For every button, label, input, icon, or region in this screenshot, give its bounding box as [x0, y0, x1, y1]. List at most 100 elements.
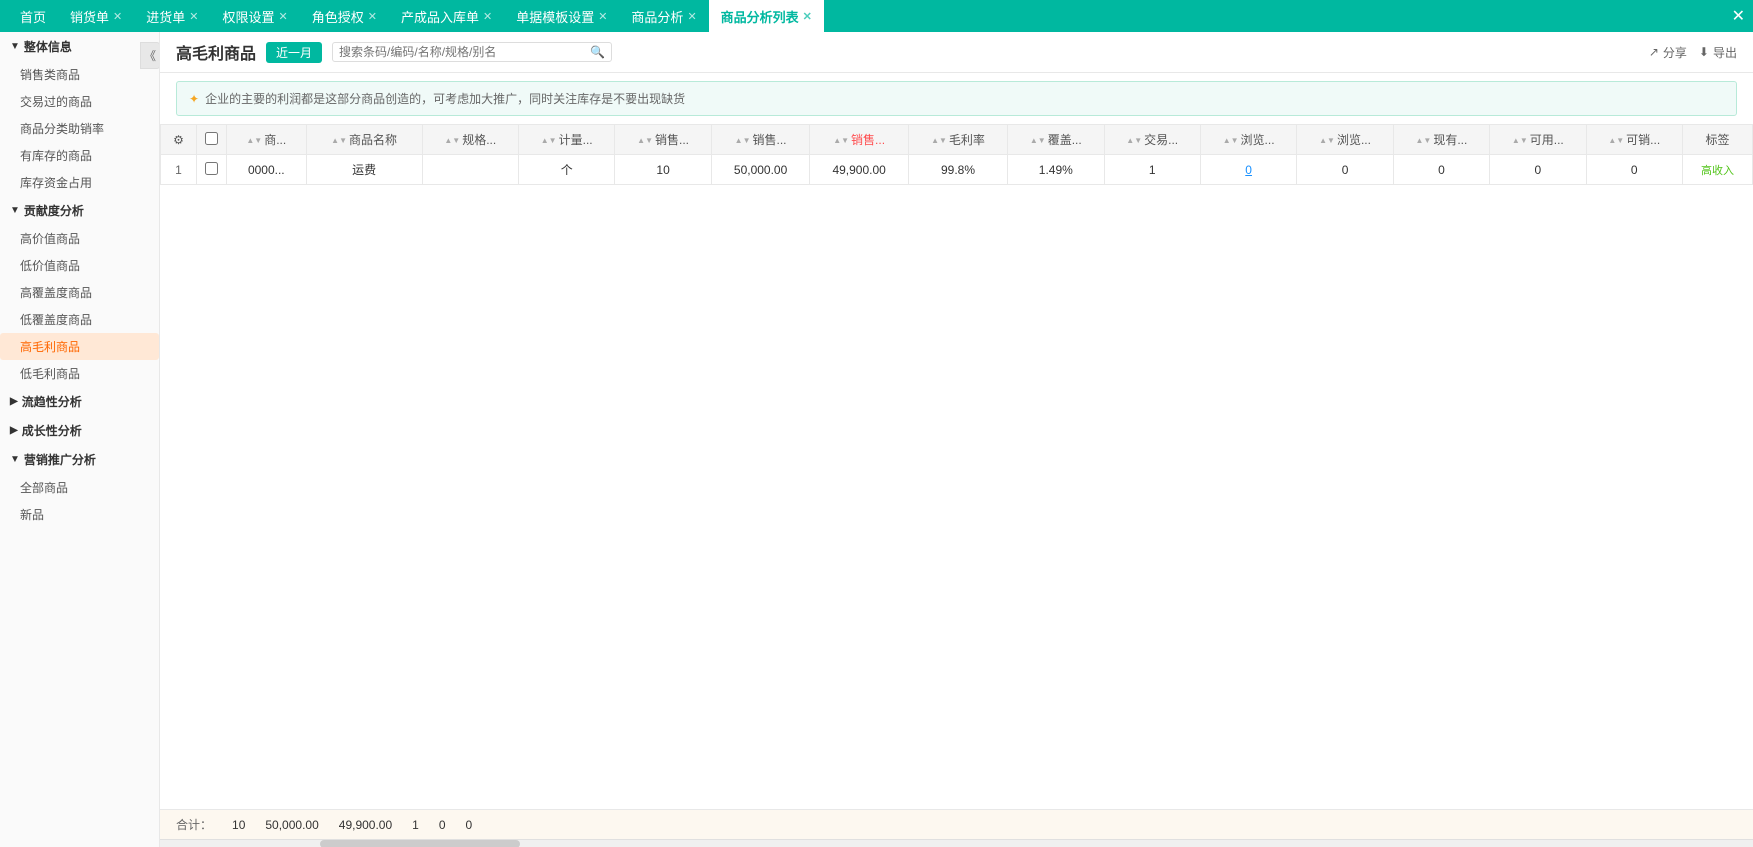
cell-browse2: 0: [1297, 155, 1393, 185]
footer-label: 合计：: [176, 816, 212, 833]
col-sale-amount[interactable]: ▲▼销售...: [711, 125, 810, 155]
sidebar-item-all-goods[interactable]: 全部商品: [0, 474, 159, 501]
nav-product-analysis-list[interactable]: 商品分析列表 ✕: [709, 0, 824, 32]
close-purchase-order[interactable]: ✕: [189, 10, 198, 23]
sort-arrows-gross-rate: ▲▼: [931, 136, 947, 145]
nav-product-analysis[interactable]: 商品分析 ✕: [619, 0, 708, 32]
sidebar-item-low-value[interactable]: 低价值商品: [0, 252, 159, 279]
horizontal-scrollbar[interactable]: [160, 839, 1753, 847]
main-layout: 《 ▼ 整体信息 销售类商品 交易过的商品 商品分类助销率 有库存的商品 库存资…: [0, 32, 1753, 847]
cell-tag: 高收入: [1682, 155, 1752, 185]
sidebar-item-sales-goods[interactable]: 销售类商品: [0, 61, 159, 88]
sort-arrows-sale-qty: ▲▼: [637, 136, 653, 145]
close-role-auth[interactable]: ✕: [368, 10, 377, 23]
sidebar-item-low-margin[interactable]: 低毛利商品: [0, 360, 159, 387]
footer-sale-qty: 10: [232, 818, 245, 832]
nav-home[interactable]: 首页: [8, 0, 58, 32]
share-label: 分享: [1663, 44, 1687, 61]
sidebar-group-contribution[interactable]: ▼ 贡献度分析: [0, 196, 159, 225]
sidebar: 《 ▼ 整体信息 销售类商品 交易过的商品 商品分类助销率 有库存的商品 库存资…: [0, 32, 160, 847]
sidebar-collapse-btn[interactable]: 《: [140, 42, 160, 69]
sidebar-group-contribution-label: 贡献度分析: [24, 202, 84, 219]
col-current[interactable]: ▲▼现有...: [1393, 125, 1489, 155]
sidebar-group-growth[interactable]: ▶ 成长性分析: [0, 416, 159, 445]
sidebar-item-high-coverage[interactable]: 高覆盖度商品: [0, 279, 159, 306]
sidebar-group-overall[interactable]: ▼ 整体信息: [0, 32, 159, 61]
top-navigation: 首页 销货单 ✕ 进货单 ✕ 权限设置 ✕ 角色授权 ✕ 产成品入库单 ✕ 单据…: [0, 0, 1753, 32]
sort-arrows-available: ▲▼: [1512, 136, 1528, 145]
sidebar-item-stock-capital[interactable]: 库存资金占用: [0, 169, 159, 196]
search-input[interactable]: [339, 45, 590, 59]
sidebar-item-category-sales-rate[interactable]: 商品分类助销率: [0, 115, 159, 142]
nav-template-settings[interactable]: 单据模板设置 ✕: [504, 0, 619, 32]
table-container[interactable]: ⚙ ▲▼商... ▲▼商品名称 ▲▼规格... ▲▼计量... ▲▼销售... …: [160, 124, 1753, 809]
browse1-link[interactable]: 0: [1245, 163, 1252, 177]
share-icon: ↗: [1649, 45, 1659, 59]
close-all-tabs[interactable]: ✕: [1732, 6, 1745, 26]
sort-arrows-sale-amount: ▲▼: [735, 136, 751, 145]
nav-permission-settings[interactable]: 权限设置 ✕: [210, 0, 299, 32]
scrollbar-thumb[interactable]: [320, 840, 520, 847]
tag-label: 高收入: [1701, 165, 1734, 177]
cell-current: 0: [1393, 155, 1489, 185]
col-spec[interactable]: ▲▼规格...: [422, 125, 518, 155]
close-template-settings[interactable]: ✕: [598, 10, 607, 23]
close-permission-settings[interactable]: ✕: [279, 10, 288, 23]
sidebar-item-low-coverage[interactable]: 低覆盖度商品: [0, 306, 159, 333]
col-coverage[interactable]: ▲▼覆盖...: [1008, 125, 1104, 155]
col-unit[interactable]: ▲▼计量...: [519, 125, 615, 155]
close-finished-goods[interactable]: ✕: [483, 10, 492, 23]
sidebar-group-growth-label: 成长性分析: [22, 422, 82, 439]
share-btn[interactable]: ↗ 分享: [1649, 44, 1687, 61]
nav-finished-goods[interactable]: 产成品入库单 ✕: [389, 0, 504, 32]
select-all-checkbox[interactable]: [205, 132, 218, 145]
search-box: 🔍: [332, 42, 612, 62]
arrow-contribution: ▼: [10, 205, 20, 216]
nav-role-auth[interactable]: 角色授权 ✕: [300, 0, 389, 32]
cell-checkbox[interactable]: [197, 155, 227, 185]
col-browse2[interactable]: ▲▼浏览...: [1297, 125, 1393, 155]
col-browse1[interactable]: ▲▼浏览...: [1200, 125, 1296, 155]
cell-spec: [422, 155, 518, 185]
col-checkbox[interactable]: [197, 125, 227, 155]
cell-unit: 个: [519, 155, 615, 185]
sidebar-item-new-goods[interactable]: 新品: [0, 501, 159, 528]
footer-current: 0: [439, 818, 446, 832]
content-area: 高毛利商品 近一月 🔍 ↗ 分享 ⬇ 导出 ✦ 企业的主要的利润都是这部分商品创…: [160, 32, 1753, 847]
filter-month-btn[interactable]: 近一月: [266, 42, 322, 63]
sort-arrows-browse1: ▲▼: [1223, 136, 1239, 145]
col-trade-count[interactable]: ▲▼交易...: [1104, 125, 1200, 155]
row-checkbox[interactable]: [205, 162, 218, 175]
col-code[interactable]: ▲▼商...: [227, 125, 307, 155]
nav-purchase-order[interactable]: 进货单 ✕: [134, 0, 210, 32]
close-sales-order[interactable]: ✕: [113, 10, 122, 23]
sidebar-item-high-value[interactable]: 高价值商品: [0, 225, 159, 252]
cell-coverage: 1.49%: [1008, 155, 1104, 185]
sidebar-group-marketing[interactable]: ▼ 营销推广分析: [0, 445, 159, 474]
col-sale-profit[interactable]: ▲▼销售...: [810, 125, 909, 155]
info-banner: ✦ 企业的主要的利润都是这部分商品创造的，可考虑加大推广，同时关注库存是不要出现…: [176, 81, 1737, 116]
nav-sales-order[interactable]: 销货单 ✕: [58, 0, 134, 32]
col-tag[interactable]: 标签: [1682, 125, 1752, 155]
cell-name: 运费: [306, 155, 422, 185]
search-icon[interactable]: 🔍: [590, 45, 605, 59]
cell-browse1[interactable]: 0: [1200, 155, 1296, 185]
col-settings[interactable]: ⚙: [161, 125, 197, 155]
col-saleable[interactable]: ▲▼可销...: [1586, 125, 1682, 155]
col-sale-qty[interactable]: ▲▼销售...: [615, 125, 711, 155]
sidebar-group-trend[interactable]: ▶ 流趋性分析: [0, 387, 159, 416]
col-available[interactable]: ▲▼可用...: [1490, 125, 1586, 155]
sidebar-item-in-stock-goods[interactable]: 有库存的商品: [0, 142, 159, 169]
arrow-marketing: ▼: [10, 454, 20, 465]
col-gross-rate[interactable]: ▲▼毛利率: [908, 125, 1007, 155]
col-name[interactable]: ▲▼商品名称: [306, 125, 422, 155]
page-title: 高毛利商品: [176, 40, 256, 64]
sidebar-item-high-margin[interactable]: 高毛利商品: [0, 333, 159, 360]
table-header-row: ⚙ ▲▼商... ▲▼商品名称 ▲▼规格... ▲▼计量... ▲▼销售... …: [161, 125, 1753, 155]
cell-sale-amount: 50,000.00: [711, 155, 810, 185]
close-product-analysis[interactable]: ✕: [687, 10, 696, 23]
export-btn[interactable]: ⬇ 导出: [1699, 44, 1737, 61]
sidebar-item-traded-goods[interactable]: 交易过的商品: [0, 88, 159, 115]
sort-arrows-spec: ▲▼: [444, 136, 460, 145]
close-product-analysis-list[interactable]: ✕: [803, 10, 812, 23]
